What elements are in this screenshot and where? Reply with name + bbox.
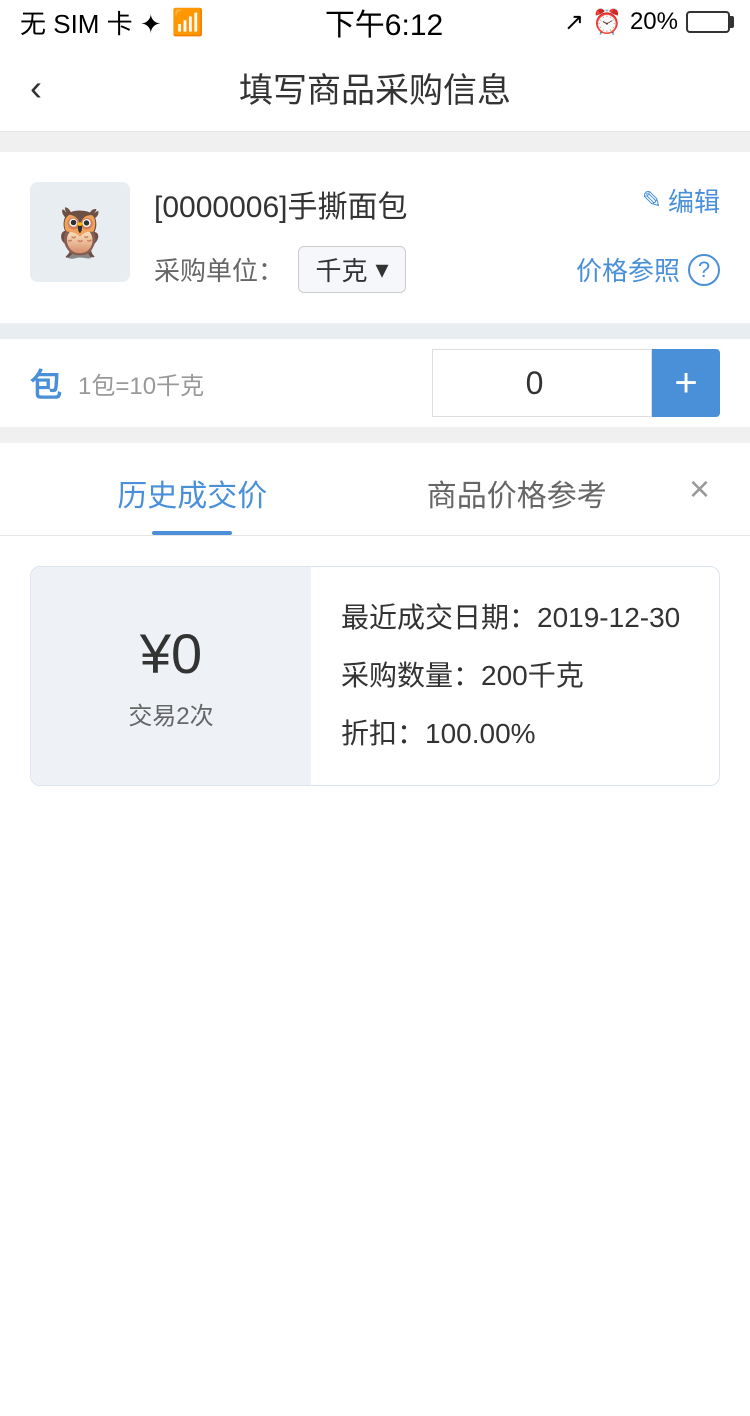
product-header: [0000006]手撕面包 ✎ 编辑 xyxy=(154,182,720,226)
tab-product-price-ref[interactable]: 商品价格参考 xyxy=(354,443,678,535)
sim-status: 无 SIM 卡 ✦ xyxy=(20,4,162,41)
tab-history-label: 历史成交价 xyxy=(117,480,267,513)
price-detail-discount: 折扣：100.00% xyxy=(341,713,689,755)
product-unit-row: 采购单位： 千克 ▾ 价格参照 ? xyxy=(154,246,720,293)
edit-icon: ✎ xyxy=(642,186,662,215)
price-ref-label: 价格参照 xyxy=(576,251,680,288)
unit-select[interactable]: 千克 ▾ xyxy=(298,246,405,293)
page-title: 填写商品采购信息 xyxy=(239,63,511,112)
price-detail-date: 最近成交日期：2019-12-30 xyxy=(341,597,689,639)
battery-icon xyxy=(686,11,730,33)
alarm-icon: ⏰ xyxy=(592,8,622,37)
unit-label: 采购单位： xyxy=(154,256,284,286)
quantity-plus-button[interactable]: + xyxy=(652,349,720,417)
tab-product-price-ref-label: 商品价格参考 xyxy=(427,480,607,513)
tab-history-price[interactable]: 历史成交价 xyxy=(30,443,354,535)
price-ref-button[interactable]: 价格参照 ? xyxy=(576,251,720,288)
bottom-area xyxy=(0,816,750,1416)
date-value: 2019-12-30 xyxy=(537,602,680,633)
qty-value: 200千克 xyxy=(481,660,584,691)
price-trades: 交易2次 xyxy=(128,696,213,731)
quantity-input[interactable] xyxy=(432,349,652,417)
edit-button[interactable]: ✎ 编辑 xyxy=(642,182,720,219)
section-divider xyxy=(0,323,750,339)
status-right: ↗ ⏰ 20% xyxy=(564,8,730,37)
help-icon: ? xyxy=(688,254,720,286)
price-detail-qty: 采购数量：200千克 xyxy=(341,655,689,697)
quantity-row: 包 1包=10千克 + xyxy=(0,339,750,427)
chevron-down-icon: ▾ xyxy=(375,254,388,285)
edit-label: 编辑 xyxy=(668,182,720,219)
product-thumb-icon: 🦉 xyxy=(50,204,110,261)
unit-conversion: 1包=10千克 xyxy=(78,366,204,401)
date-label: 最近成交日期： xyxy=(341,602,537,633)
quantity-unit-info: 包 1包=10千克 xyxy=(30,360,204,406)
unit-section: 采购单位： 千克 ▾ xyxy=(154,246,406,293)
tab-close-button[interactable]: × xyxy=(679,458,720,520)
product-info: [0000006]手撕面包 ✎ 编辑 采购单位： 千克 ▾ 价格参照 ? xyxy=(154,182,720,293)
price-ref-content: ¥0 交易2次 最近成交日期：2019-12-30 采购数量：200千克 折扣：… xyxy=(0,536,750,816)
status-left: 无 SIM 卡 ✦ 📶 xyxy=(20,4,204,41)
product-thumbnail: 🦉 xyxy=(30,182,130,282)
status-bar: 无 SIM 卡 ✦ 📶 下午6:12 ↗ ⏰ 20% xyxy=(0,0,750,44)
direction-icon: ↗ xyxy=(564,8,584,37)
status-time: 下午6:12 xyxy=(325,0,443,44)
price-card-right: 最近成交日期：2019-12-30 采购数量：200千克 折扣：100.00% xyxy=(311,567,719,785)
product-card: 🦉 [0000006]手撕面包 ✎ 编辑 采购单位： 千克 ▾ 价格参照 ? xyxy=(0,152,750,323)
product-name: [0000006]手撕面包 xyxy=(154,182,407,226)
unit-value: 千克 xyxy=(315,251,367,288)
price-amount: ¥0 xyxy=(140,621,202,686)
wifi-icon: 📶 xyxy=(172,7,204,38)
back-button[interactable]: ‹ xyxy=(30,67,42,109)
price-card-left: ¥0 交易2次 xyxy=(31,567,311,785)
price-card: ¥0 交易2次 最近成交日期：2019-12-30 采购数量：200千克 折扣：… xyxy=(30,566,720,786)
qty-label: 采购数量： xyxy=(341,660,481,691)
tabs-container: 历史成交价 商品价格参考 × xyxy=(0,443,750,536)
battery-percent: 20% xyxy=(630,8,678,36)
discount-label: 折扣： xyxy=(341,718,425,749)
discount-value: 100.00% xyxy=(425,718,536,749)
quantity-unit-badge: 包 xyxy=(30,360,62,406)
nav-bar: ‹ 填写商品采购信息 xyxy=(0,44,750,132)
quantity-input-group: + xyxy=(432,349,720,417)
